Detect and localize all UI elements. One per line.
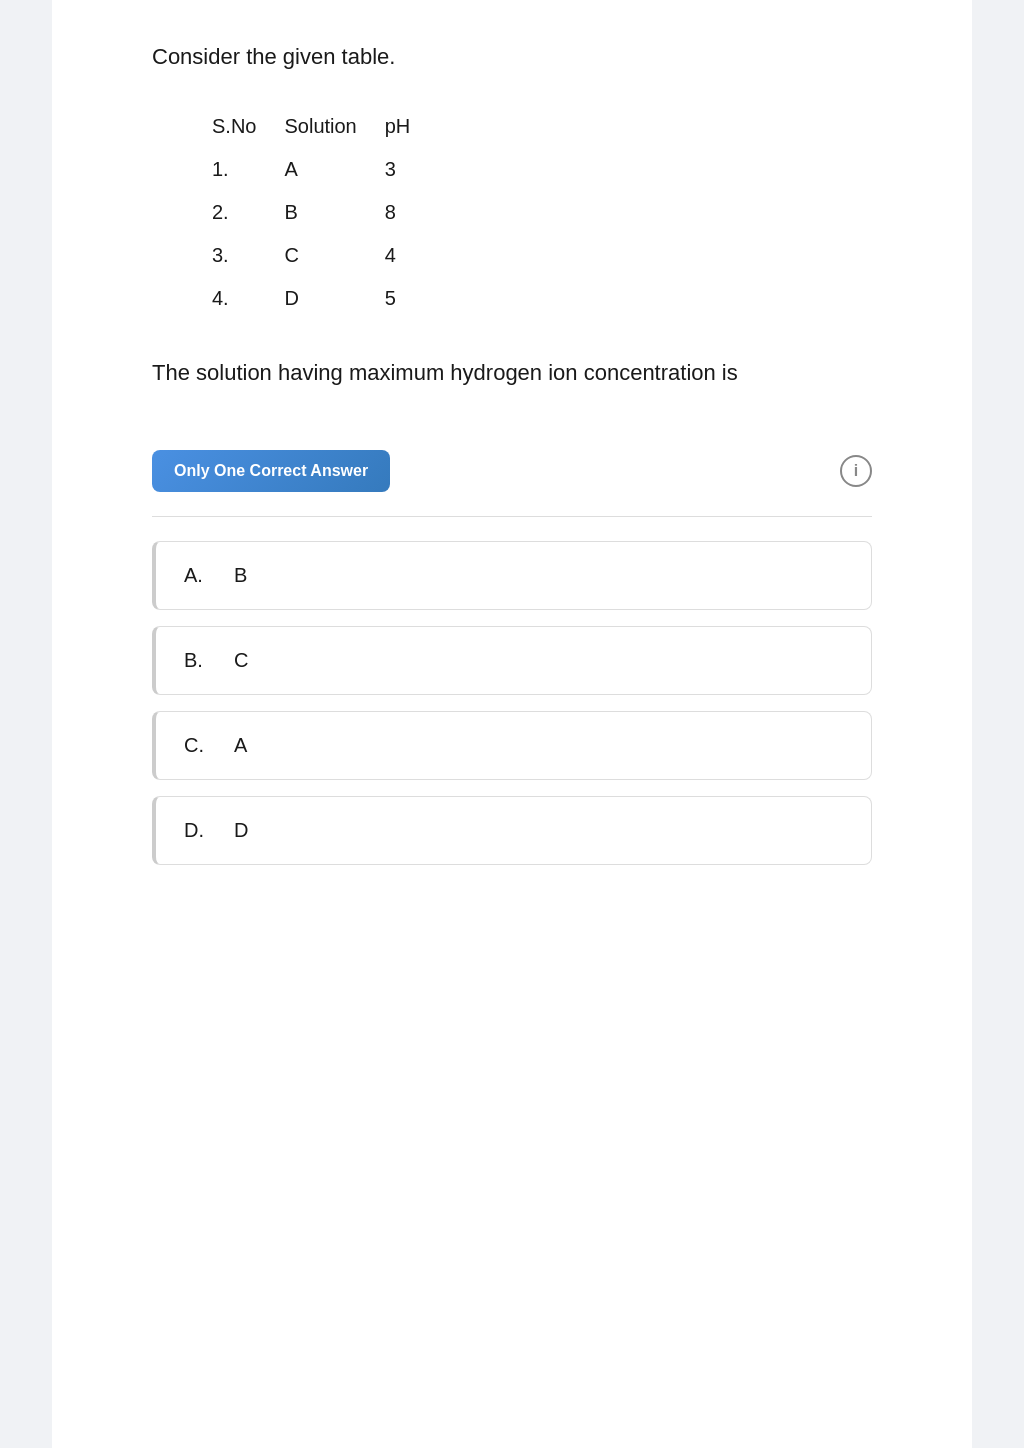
option-item[interactable]: A. B: [152, 541, 872, 610]
divider: [152, 516, 872, 517]
table-row: 4.D5: [212, 277, 438, 320]
table-row: 3.C4: [212, 234, 438, 277]
option-label: D.: [184, 819, 214, 842]
option-value: D: [234, 819, 248, 842]
cell-sno: 2.: [212, 191, 284, 234]
cell-ph: 3: [385, 148, 439, 191]
cell-sno: 4.: [212, 277, 284, 320]
cell-ph: 5: [385, 277, 439, 320]
option-value: A: [234, 734, 247, 757]
option-label: C.: [184, 734, 214, 757]
option-label: B.: [184, 649, 214, 672]
cell-solution: B: [284, 191, 384, 234]
options-container: A. B B. C C. A D. D: [152, 541, 872, 865]
answer-type-badge: Only One Correct Answer: [152, 450, 390, 492]
cell-ph: 8: [385, 191, 439, 234]
table-row: 1.A3: [212, 148, 438, 191]
col-header-solution: Solution: [284, 109, 384, 148]
table-row: 2.B8: [212, 191, 438, 234]
intro-text: Consider the given table.: [152, 40, 872, 73]
cell-solution: C: [284, 234, 384, 277]
info-icon[interactable]: i: [840, 455, 872, 487]
option-item[interactable]: B. C: [152, 626, 872, 695]
option-value: C: [234, 649, 248, 672]
solution-table: S.No Solution pH 1.A32.B83.C44.D5: [212, 109, 438, 320]
col-header-sno: S.No: [212, 109, 284, 148]
cell-sno: 3.: [212, 234, 284, 277]
page-container: Consider the given table. S.No Solution …: [52, 0, 972, 1448]
option-value: B: [234, 564, 247, 587]
cell-ph: 4: [385, 234, 439, 277]
table-container: S.No Solution pH 1.A32.B83.C44.D5: [152, 109, 872, 320]
cell-solution: D: [284, 277, 384, 320]
question-text: The solution having maximum hydrogen ion…: [152, 356, 872, 390]
option-item[interactable]: D. D: [152, 796, 872, 865]
option-label: A.: [184, 564, 214, 587]
cell-solution: A: [284, 148, 384, 191]
col-header-ph: pH: [385, 109, 439, 148]
cell-sno: 1.: [212, 148, 284, 191]
option-item[interactable]: C. A: [152, 711, 872, 780]
badge-row: Only One Correct Answer i: [152, 450, 872, 492]
